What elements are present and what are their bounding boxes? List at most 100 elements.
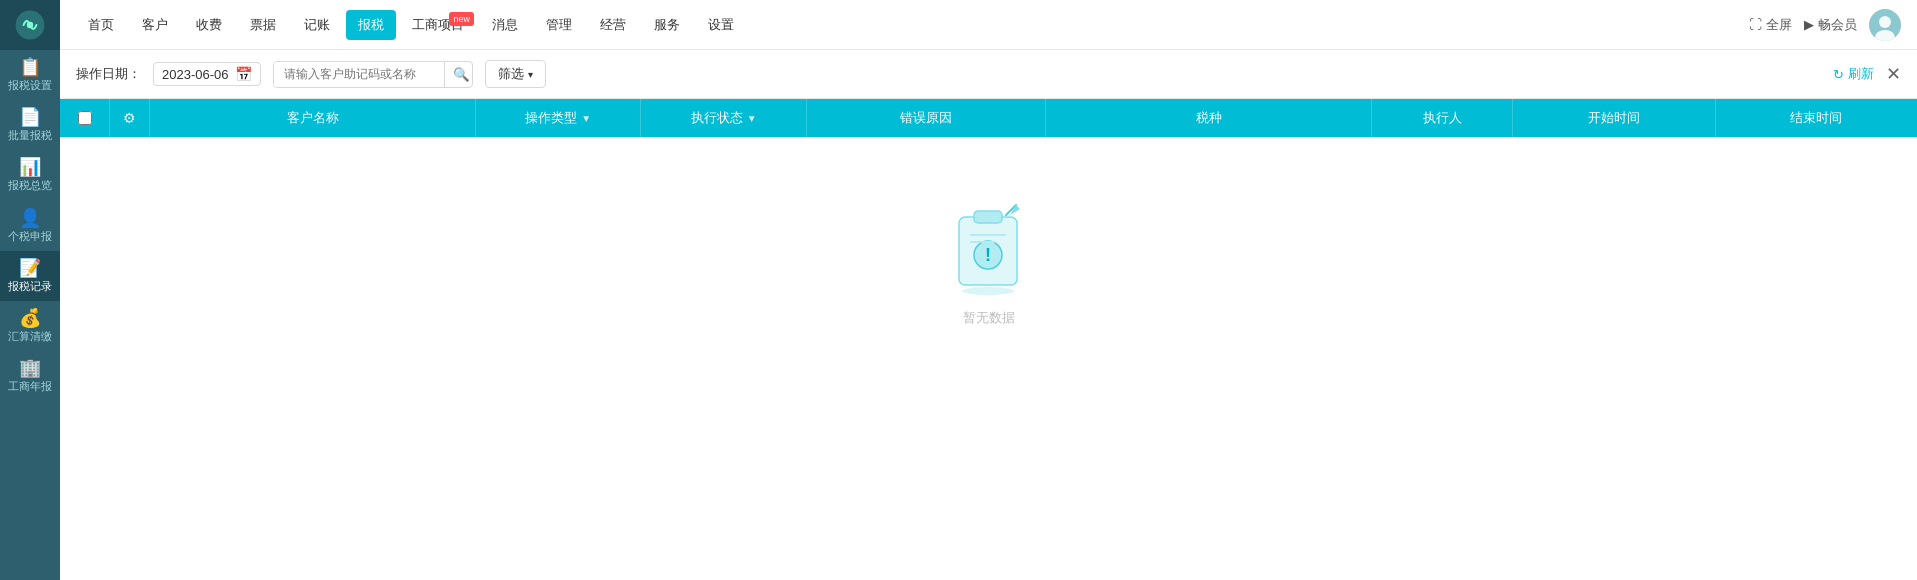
search-icon: 🔍 (453, 67, 470, 82)
toolbar-right: ↻ 刷新 ✕ (1833, 65, 1901, 83)
topnav: 首页 客户 收费 票据 记账 报税 工商项目new 消息 管理 经营 服务 设置 ⛶ 全屏 ▶ 畅会员 (60, 0, 1917, 50)
th-exec-status[interactable]: 执行状态 ▼ (641, 99, 806, 137)
th-client-name: 客户名称 (150, 99, 476, 137)
home-label: 首页 (88, 17, 114, 32)
tax-label: 报税 (358, 17, 384, 32)
topnav-item-service[interactable]: 服务 (642, 10, 692, 40)
table-container[interactable]: ⚙ 客户名称 操作类型 ▼ 执行状态 ▼ 错误原因 税种 (60, 99, 1917, 580)
topnav-item-settings[interactable]: 设置 (696, 10, 746, 40)
tax-summary-label: 报税总览 (8, 179, 52, 192)
table-header: ⚙ 客户名称 操作类型 ▼ 执行状态 ▼ 错误原因 税种 (60, 99, 1917, 137)
fullscreen-label: 全屏 (1766, 16, 1792, 34)
play-icon: ▶ (1804, 17, 1814, 32)
sort-icon-type: ▼ (581, 113, 591, 124)
th-tax-type: 税种 (1046, 99, 1372, 137)
empty-state: ! 暂无数据 (60, 137, 1917, 387)
fullscreen-button[interactable]: ⛶ 全屏 (1749, 16, 1792, 34)
management-label: 管理 (546, 17, 572, 32)
date-label: 操作日期： (76, 65, 141, 83)
message-label: 消息 (492, 17, 518, 32)
sort-icon-status: ▼ (747, 113, 757, 124)
topnav-item-billing[interactable]: 收费 (184, 10, 234, 40)
filter-label: 筛选 (498, 65, 524, 83)
sidebar-item-tax-summary[interactable]: 📊 报税总览 (0, 150, 60, 200)
billing-label: 收费 (196, 17, 222, 32)
svg-point-3 (1879, 16, 1891, 28)
topnav-items: 首页 客户 收费 票据 记账 报税 工商项目new 消息 管理 经营 服务 设置 (76, 10, 1749, 40)
sidebar-item-personal-tax[interactable]: 👤 个税申报 (0, 201, 60, 251)
svg-rect-6 (974, 211, 1002, 223)
tax-records-icon: 📝 (19, 259, 41, 277)
topnav-item-commerce[interactable]: 工商项目new (400, 10, 476, 40)
date-picker[interactable]: 2023-06-06 📅 (153, 62, 261, 86)
commerce-badge: new (449, 12, 474, 27)
empty-illustration: ! (944, 197, 1034, 297)
search-button[interactable]: 🔍 (444, 62, 473, 87)
member-button[interactable]: ▶ 畅会员 (1804, 16, 1857, 34)
empty-text: 暂无数据 (963, 309, 1015, 327)
th-start-time: 开始时间 (1513, 99, 1715, 137)
refresh-label: 刷新 (1848, 65, 1874, 83)
annual-report-label: 工商年报 (8, 380, 52, 393)
sidebar-item-settlement[interactable]: 💰 汇算清缴 (0, 301, 60, 351)
refresh-button[interactable]: ↻ 刷新 (1833, 65, 1874, 83)
topnav-item-tax[interactable]: 报税 (346, 10, 396, 40)
settlement-icon: 💰 (19, 309, 41, 327)
bookkeeping-label: 记账 (304, 17, 330, 32)
personal-tax-icon: 👤 (19, 209, 41, 227)
tax-settings-label: 报税设置 (8, 79, 52, 92)
topnav-item-bookkeeping[interactable]: 记账 (292, 10, 342, 40)
topnav-item-home[interactable]: 首页 (76, 10, 126, 40)
toolbar: 操作日期： 2023-06-06 📅 🔍 筛选 ▾ ↻ 刷新 ✕ (60, 50, 1917, 99)
sidebar: 📋 报税设置 📄 批量报税 📊 报税总览 👤 个税申报 📝 报税记录 💰 汇算清… (0, 0, 60, 580)
settings-icon: ⚙ (123, 110, 136, 126)
personal-tax-label: 个税申报 (8, 230, 52, 243)
annual-report-icon: 🏢 (19, 359, 41, 377)
settlement-label: 汇算清缴 (8, 330, 52, 343)
th-operation-type[interactable]: 操作类型 ▼ (476, 99, 641, 137)
calendar-icon: 📅 (235, 66, 252, 82)
tax-settings-icon: 📋 (19, 58, 41, 76)
date-value: 2023-06-06 (162, 67, 229, 82)
operations-label: 经营 (600, 17, 626, 32)
th-checkbox[interactable] (60, 99, 110, 137)
th-executor: 执行人 (1372, 99, 1513, 137)
main-container: 首页 客户 收费 票据 记账 报税 工商项目new 消息 管理 经营 服务 设置 ⛶ 全屏 ▶ 畅会员 (60, 0, 1917, 580)
settings-label: 设置 (708, 17, 734, 32)
sidebar-item-annual-report[interactable]: 🏢 工商年报 (0, 351, 60, 401)
search-input[interactable] (274, 62, 444, 86)
client-label: 客户 (142, 17, 168, 32)
search-wrapper: 🔍 (273, 61, 473, 88)
refresh-icon: ↻ (1833, 67, 1844, 82)
svg-point-1 (27, 22, 33, 28)
topnav-item-operations[interactable]: 经营 (588, 10, 638, 40)
sidebar-item-tax-settings[interactable]: 📋 报税设置 (0, 50, 60, 100)
svg-text:!: ! (985, 245, 991, 265)
sidebar-logo (0, 0, 60, 50)
fullscreen-icon: ⛶ (1749, 17, 1762, 32)
th-end-time: 结束时间 (1716, 99, 1917, 137)
topnav-item-invoice[interactable]: 票据 (238, 10, 288, 40)
invoice-label: 票据 (250, 17, 276, 32)
topnav-item-management[interactable]: 管理 (534, 10, 584, 40)
th-error-reason: 错误原因 (807, 99, 1047, 137)
user-avatar[interactable] (1869, 9, 1901, 41)
svg-point-13 (962, 287, 1014, 295)
sidebar-item-batch-tax[interactable]: 📄 批量报税 (0, 100, 60, 150)
topnav-item-client[interactable]: 客户 (130, 10, 180, 40)
filter-button[interactable]: 筛选 ▾ (485, 60, 546, 88)
service-label: 服务 (654, 17, 680, 32)
tax-summary-icon: 📊 (19, 158, 41, 176)
chevron-down-icon: ▾ (528, 69, 533, 80)
th-settings[interactable]: ⚙ (110, 99, 150, 137)
batch-tax-icon: 📄 (19, 108, 41, 126)
select-all-checkbox[interactable] (78, 111, 92, 125)
topnav-right: ⛶ 全屏 ▶ 畅会员 (1749, 9, 1901, 41)
topnav-item-message[interactable]: 消息 (480, 10, 530, 40)
tax-records-label: 报税记录 (8, 280, 52, 293)
member-label: 畅会员 (1818, 16, 1857, 34)
batch-tax-label: 批量报税 (8, 129, 52, 142)
close-button[interactable]: ✕ (1886, 65, 1901, 83)
sidebar-item-tax-records[interactable]: 📝 报税记录 (0, 251, 60, 301)
page-content: 操作日期： 2023-06-06 📅 🔍 筛选 ▾ ↻ 刷新 ✕ (60, 50, 1917, 580)
